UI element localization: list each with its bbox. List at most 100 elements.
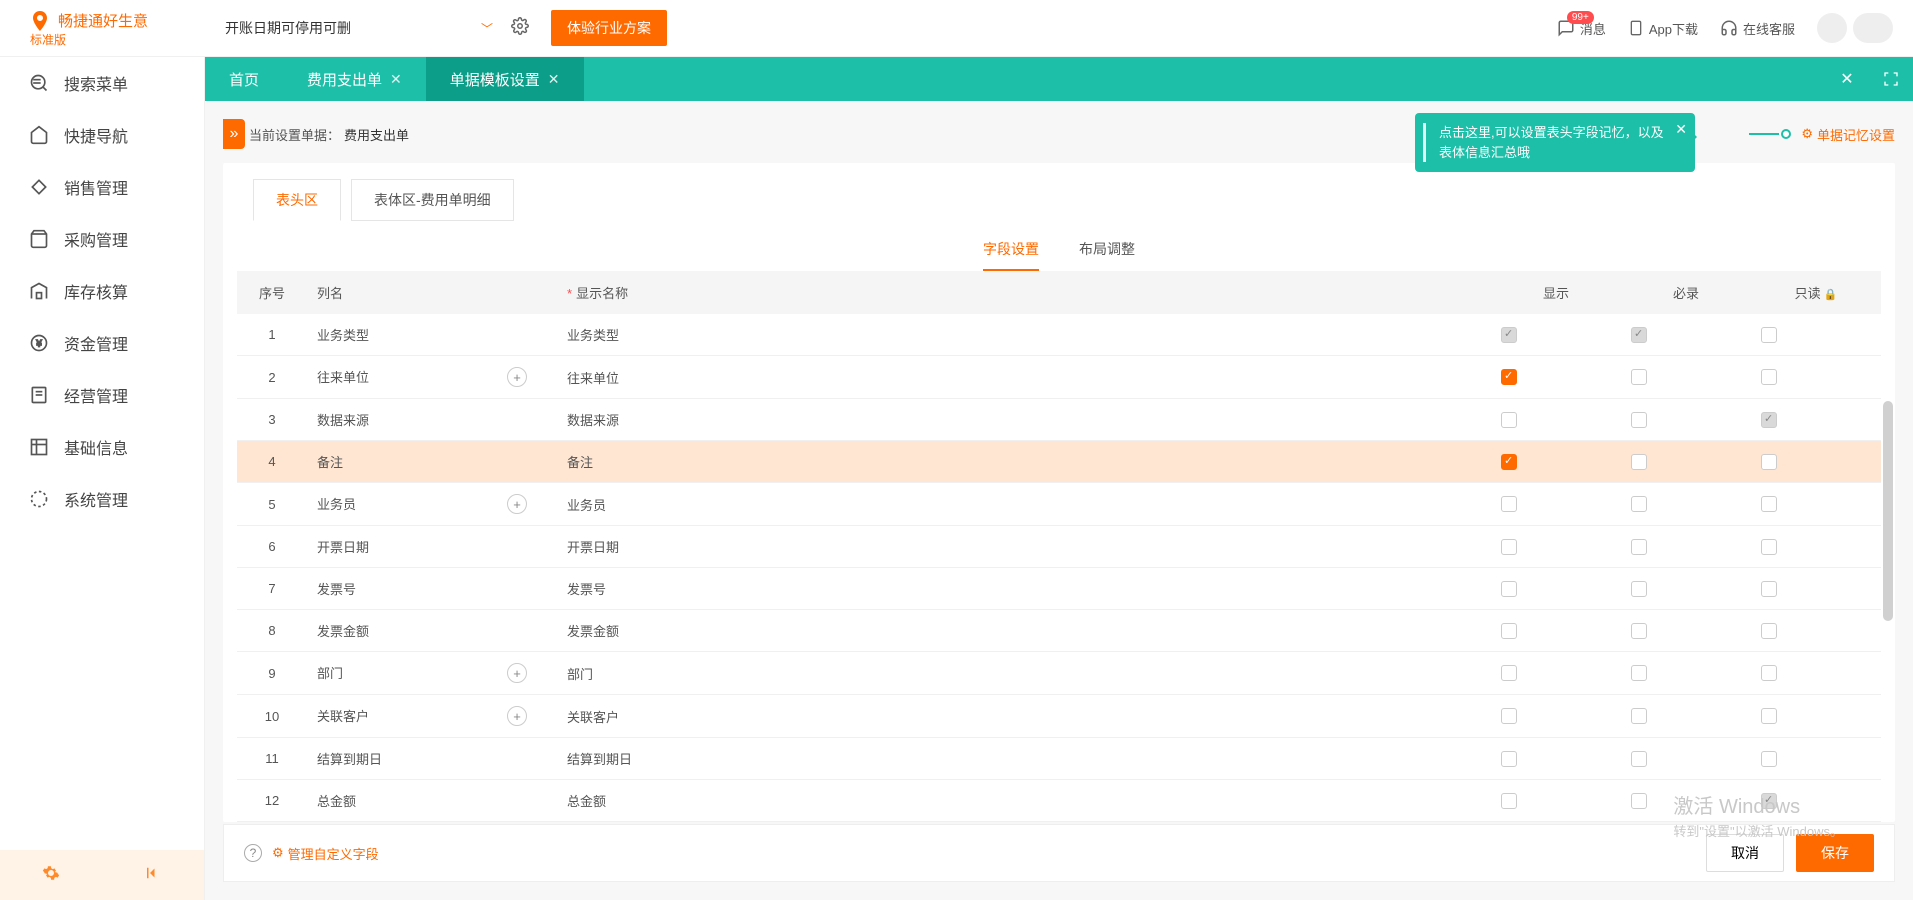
checkbox[interactable] bbox=[1631, 623, 1647, 639]
checkbox[interactable] bbox=[1501, 454, 1517, 470]
scrollbar[interactable] bbox=[1883, 401, 1893, 621]
checkbox[interactable] bbox=[1761, 665, 1777, 681]
save-button[interactable]: 保存 bbox=[1796, 834, 1874, 872]
checkbox[interactable] bbox=[1631, 539, 1647, 555]
checkbox[interactable] bbox=[1631, 369, 1647, 385]
add-field-icon[interactable]: + bbox=[507, 663, 527, 683]
fullscreen-icon[interactable] bbox=[1869, 57, 1913, 101]
cell-display[interactable]: 发票号 bbox=[557, 568, 1491, 610]
checkbox[interactable] bbox=[1631, 751, 1647, 767]
cell-display[interactable]: 数据来源 bbox=[557, 399, 1491, 441]
cell-display[interactable]: 结算到期日 bbox=[557, 738, 1491, 780]
checkbox[interactable] bbox=[1761, 581, 1777, 597]
checkbox[interactable] bbox=[1761, 496, 1777, 512]
sub-tab-layout[interactable]: 布局调整 bbox=[1079, 239, 1135, 271]
avatar-small[interactable] bbox=[1817, 13, 1847, 43]
table-row[interactable]: 2 往来单位+ 往来单位 bbox=[237, 356, 1881, 399]
table-row[interactable]: 6 开票日期 开票日期 bbox=[237, 526, 1881, 568]
app-download-link[interactable]: App下载 bbox=[1628, 19, 1698, 38]
checkbox[interactable] bbox=[1761, 327, 1777, 343]
help-icon[interactable]: ? bbox=[244, 844, 262, 862]
cancel-button[interactable]: 取消 bbox=[1706, 834, 1784, 872]
checkbox[interactable] bbox=[1761, 539, 1777, 555]
table-row[interactable]: 4 备注 备注 bbox=[237, 441, 1881, 483]
sidebar-item-inventory[interactable]: 库存核算 bbox=[0, 265, 204, 317]
checkbox[interactable] bbox=[1501, 623, 1517, 639]
avatar-wide[interactable] bbox=[1853, 13, 1893, 43]
sidebar-item-funds[interactable]: ¥资金管理 bbox=[0, 317, 204, 369]
tab-home[interactable]: 首页 bbox=[205, 57, 283, 101]
cell-display[interactable]: 发票金额 bbox=[557, 610, 1491, 652]
checkbox[interactable] bbox=[1631, 665, 1647, 681]
table-row[interactable]: 3 数据来源 数据来源 bbox=[237, 399, 1881, 441]
close-icon[interactable]: ✕ bbox=[548, 71, 560, 88]
sidebar-item-basic[interactable]: 基础信息 bbox=[0, 421, 204, 473]
table-row[interactable]: 5 业务员+ 业务员 bbox=[237, 483, 1881, 526]
add-field-icon[interactable]: + bbox=[507, 367, 527, 387]
checkbox[interactable] bbox=[1761, 369, 1777, 385]
footer-gear-icon[interactable] bbox=[42, 864, 60, 887]
region-tab-header[interactable]: 表头区 bbox=[253, 179, 341, 221]
cell-display[interactable]: 开票日期 bbox=[557, 526, 1491, 568]
table-row[interactable]: 7 发票号 发票号 bbox=[237, 568, 1881, 610]
sidebar-item-sales[interactable]: 销售管理 bbox=[0, 161, 204, 213]
table-row[interactable]: 11 结算到期日 结算到期日 bbox=[237, 738, 1881, 780]
checkbox[interactable] bbox=[1501, 369, 1517, 385]
brand-logo-icon bbox=[28, 9, 52, 33]
table-row[interactable]: 8 发票金额 发票金额 bbox=[237, 610, 1881, 652]
sub-tab-field[interactable]: 字段设置 bbox=[983, 239, 1039, 271]
industry-plan-button[interactable]: 体验行业方案 bbox=[551, 10, 667, 46]
checkbox[interactable] bbox=[1631, 496, 1647, 512]
tab-expense[interactable]: 费用支出单✕ bbox=[283, 57, 426, 101]
messages-link[interactable]: 99+ 消息 bbox=[1557, 19, 1606, 38]
cell-display[interactable]: 业务类型 bbox=[557, 314, 1491, 356]
region-tab-body[interactable]: 表体区-费用单明细 bbox=[351, 179, 514, 221]
table-row[interactable]: 10 关联客户+ 关联客户 bbox=[237, 695, 1881, 738]
customer-service-link[interactable]: 在线客服 bbox=[1720, 19, 1795, 38]
checkbox[interactable] bbox=[1501, 496, 1517, 512]
sidebar-item-system[interactable]: 系统管理 bbox=[0, 473, 204, 525]
checkbox[interactable] bbox=[1501, 539, 1517, 555]
expand-handle-icon[interactable]: » bbox=[223, 119, 245, 149]
checkbox[interactable] bbox=[1501, 751, 1517, 767]
sidebar-item-search[interactable]: 搜索菜单 bbox=[0, 57, 204, 109]
manage-custom-fields-link[interactable]: ⚙ 管理自定义字段 bbox=[272, 844, 379, 863]
add-field-icon[interactable]: + bbox=[507, 494, 527, 514]
checkbox[interactable] bbox=[1631, 581, 1647, 597]
memory-settings-link[interactable]: ⚙ 单据记忆设置 bbox=[1749, 125, 1895, 144]
tab-template-settings[interactable]: 单据模板设置✕ bbox=[426, 57, 584, 101]
close-icon[interactable]: ✕ bbox=[390, 71, 402, 88]
sidebar-item-purchase[interactable]: 采购管理 bbox=[0, 213, 204, 265]
checkbox[interactable] bbox=[1761, 454, 1777, 470]
checkbox[interactable] bbox=[1631, 412, 1647, 428]
sidebar-item-quicknav[interactable]: 快捷导航 bbox=[0, 109, 204, 161]
cell-show bbox=[1491, 483, 1621, 526]
cell-display[interactable]: 部门 bbox=[557, 652, 1491, 695]
tooltip-close-icon[interactable]: ✕ bbox=[1675, 119, 1687, 140]
settings-icon[interactable] bbox=[511, 17, 529, 40]
checkbox[interactable] bbox=[1631, 793, 1647, 809]
checkbox[interactable] bbox=[1501, 793, 1517, 809]
table-row[interactable]: 9 部门+ 部门 bbox=[237, 652, 1881, 695]
cell-display[interactable]: 总金额 bbox=[557, 780, 1491, 822]
cell-display[interactable]: 备注 bbox=[557, 441, 1491, 483]
checkbox[interactable] bbox=[1631, 454, 1647, 470]
checkbox[interactable] bbox=[1501, 708, 1517, 724]
checkbox[interactable] bbox=[1761, 751, 1777, 767]
checkbox[interactable] bbox=[1501, 581, 1517, 597]
table-row[interactable]: 1 业务类型 业务类型 bbox=[237, 314, 1881, 356]
cell-display[interactable]: 往来单位 bbox=[557, 356, 1491, 399]
checkbox[interactable] bbox=[1761, 623, 1777, 639]
checkbox[interactable] bbox=[1631, 708, 1647, 724]
sidebar-item-operations[interactable]: 经营管理 bbox=[0, 369, 204, 421]
checkbox[interactable] bbox=[1501, 412, 1517, 428]
cell-display[interactable]: 业务员 bbox=[557, 483, 1491, 526]
add-field-icon[interactable]: + bbox=[507, 706, 527, 726]
footer-collapse-icon[interactable] bbox=[144, 864, 162, 887]
cell-display[interactable]: 关联客户 bbox=[557, 695, 1491, 738]
close-all-tabs-icon[interactable]: ✕ bbox=[1825, 57, 1869, 101]
checkbox[interactable] bbox=[1761, 708, 1777, 724]
table-row[interactable]: 12 总金额 总金额 bbox=[237, 780, 1881, 822]
account-period-dropdown[interactable]: 开账日期可停用可删 ﹀ bbox=[225, 18, 493, 38]
checkbox[interactable] bbox=[1501, 665, 1517, 681]
